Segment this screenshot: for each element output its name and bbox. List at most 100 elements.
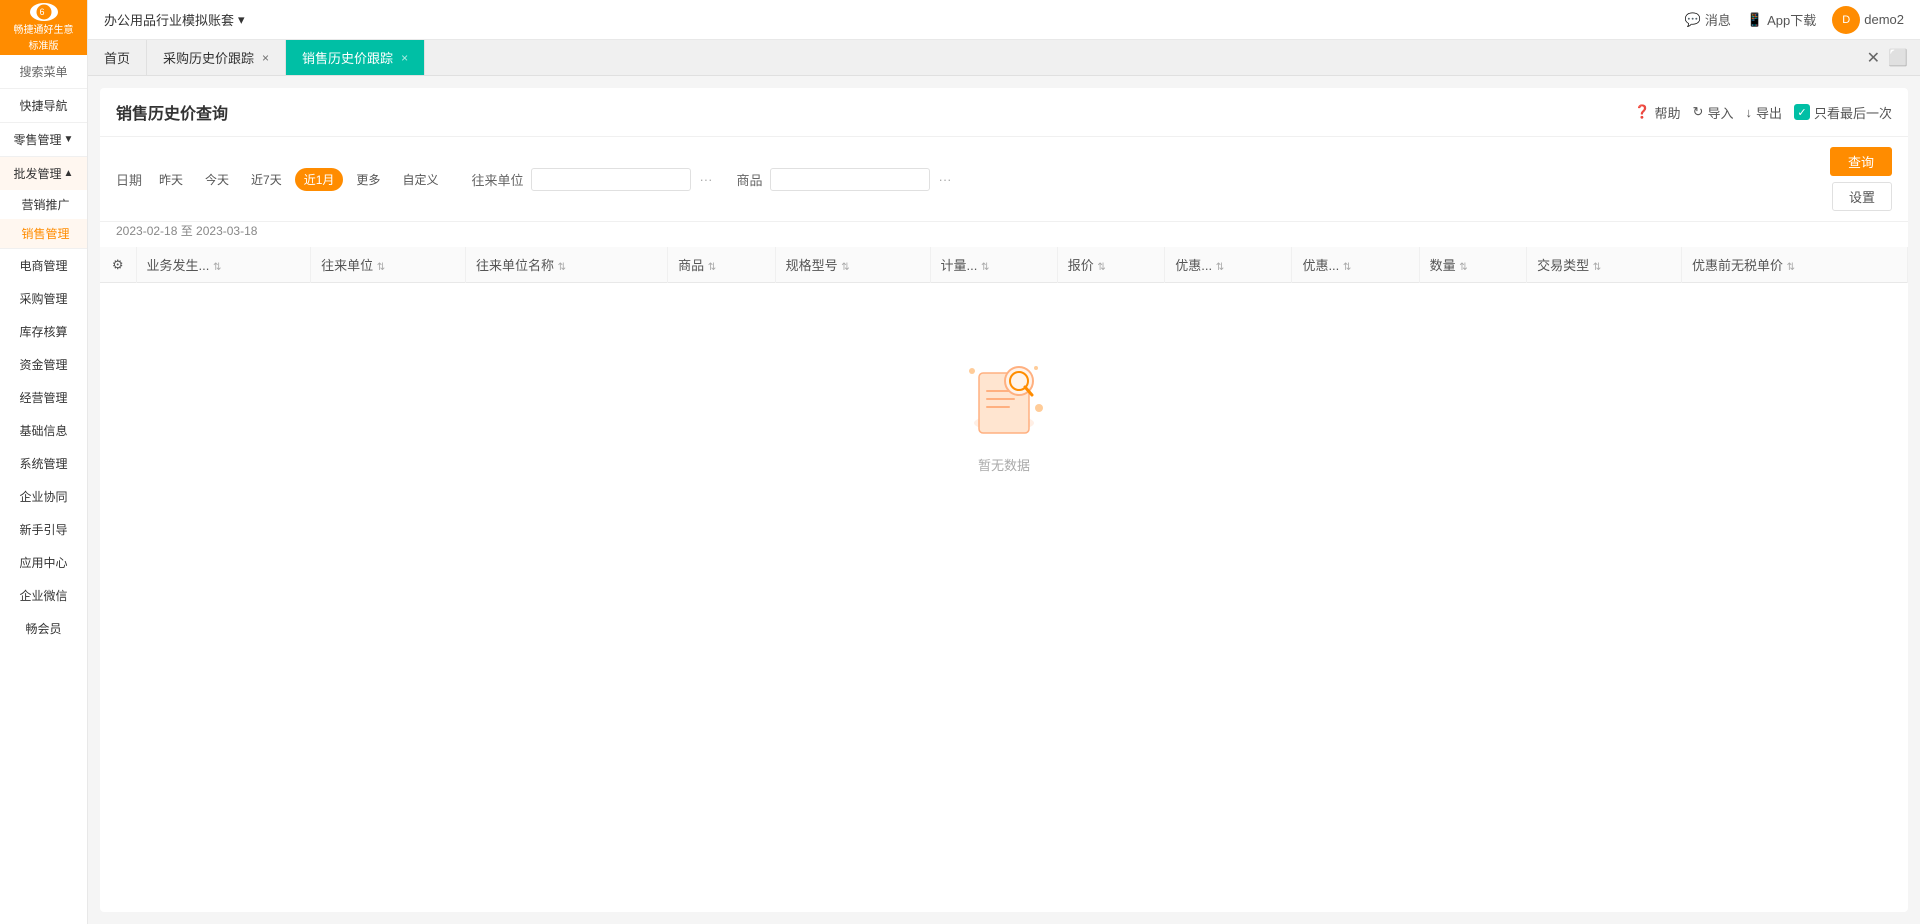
sort-icon-quote: ⇅ <box>1097 262 1105 273</box>
sidebar-item-newbie[interactable]: 新手引导 <box>0 513 87 546</box>
goods-input[interactable] <box>770 168 930 191</box>
sort-icon-discount1: ⇅ <box>1216 262 1224 273</box>
col-partner-code[interactable]: 往来单位 ⇅ <box>311 247 466 283</box>
sidebar-item-app-center[interactable]: 应用中心 <box>0 546 87 579</box>
tab-sales-label: 销售历史价跟踪 <box>302 48 393 67</box>
app-download-btn[interactable]: 📱 App下载 <box>1747 10 1816 29</box>
tab-home[interactable]: 首页 <box>88 40 147 75</box>
sidebar-item-ecommerce[interactable]: 电商管理 <box>0 249 87 282</box>
app-version: 标准版 <box>29 37 59 52</box>
date-btn-today[interactable]: 今天 <box>196 168 238 191</box>
sidebar-item-system[interactable]: 系统管理 <box>0 447 87 480</box>
help-icon: ❓ <box>1634 104 1650 120</box>
account-dropdown[interactable]: 办公用品行业模拟账套 ▾ <box>104 10 245 29</box>
sidebar-item-zero-retail[interactable]: 零售管理 ▼ <box>0 123 87 156</box>
tab-sales-close[interactable]: × <box>401 51 408 65</box>
goods-dots[interactable]: ··· <box>938 172 951 187</box>
col-goods[interactable]: 商品 ⇅ <box>668 247 776 283</box>
sidebar-item-enterprise[interactable]: 企业协同 <box>0 480 87 513</box>
tab-sales-history[interactable]: 销售历史价跟踪 × <box>286 40 425 75</box>
empty-state: 暂无数据 <box>100 283 1908 534</box>
date-btn-custom[interactable]: 自定义 <box>393 168 447 191</box>
col-spec[interactable]: 规格型号 ⇅ <box>775 247 930 283</box>
account-name: 办公用品行业模拟账套 <box>104 10 234 29</box>
tabs-actions: ✕ ⬜ <box>1855 48 1920 68</box>
col-quote[interactable]: 报价 ⇅ <box>1057 247 1165 283</box>
settings-button[interactable]: 设置 <box>1832 182 1892 211</box>
query-button[interactable]: 查询 <box>1830 147 1892 176</box>
page-title: 销售历史价查询 <box>116 100 228 124</box>
quick-nav[interactable]: 快捷导航 <box>0 89 87 123</box>
col-partner-name[interactable]: 往来单位名称 ⇅ <box>465 247 667 283</box>
date-btn-7days[interactable]: 近7天 <box>242 168 291 191</box>
partner-input[interactable] <box>531 168 691 191</box>
search-menu[interactable]: 搜索菜单 <box>0 55 87 89</box>
close-window-btn[interactable]: ✕ <box>1867 48 1880 68</box>
svg-text:6: 6 <box>39 7 44 17</box>
tab-purchase-label: 采购历史价跟踪 <box>163 48 254 67</box>
tabs-bar: 首页 采购历史价跟踪 × 销售历史价跟踪 × ✕ ⬜ <box>88 40 1920 76</box>
sort-icon-partner-name: ⇅ <box>558 262 566 273</box>
sort-icon-quantity: ⇅ <box>1459 262 1467 273</box>
header-right: 💬 消息 📱 App下载 D demo2 <box>1685 6 1904 34</box>
app-logo: 6 畅捷通好生意 标准版 <box>0 0 87 55</box>
empty-text: 暂无数据 <box>978 455 1030 474</box>
chevron-up-icon: ▲ <box>64 168 74 179</box>
sidebar-item-purchase[interactable]: 采购管理 <box>0 282 87 315</box>
chevron-down-icon: ▾ <box>238 12 245 28</box>
logo-icon: 6 <box>30 3 58 21</box>
col-quantity[interactable]: 数量 ⇅ <box>1419 247 1527 283</box>
maximize-window-btn[interactable]: ⬜ <box>1888 48 1908 68</box>
import-icon: ↻ <box>1693 104 1704 120</box>
col-biz-date[interactable]: 业务发生... ⇅ <box>136 247 311 283</box>
table-header: ⚙ 业务发生... ⇅ 往来单位 ⇅ 往来单位名称 <box>100 247 1908 283</box>
filter-actions: 查询 设置 <box>1830 147 1892 211</box>
col-discount1[interactable]: 优惠... ⇅ <box>1165 247 1292 283</box>
sort-icon-biz-date: ⇅ <box>213 262 221 273</box>
partner-dots[interactable]: ··· <box>699 172 712 187</box>
user-menu[interactable]: D demo2 <box>1832 6 1904 34</box>
help-btn[interactable]: ❓ 帮助 <box>1634 103 1680 122</box>
filter-area: 日期 昨天 今天 近7天 近1月 更多 自定义 往来单位 ··· <box>100 137 1908 222</box>
export-btn[interactable]: ↓ 导出 <box>1745 103 1782 122</box>
avatar: D <box>1832 6 1860 34</box>
sidebar-item-marketing[interactable]: 营销推广 <box>0 190 87 219</box>
date-btn-yesterday[interactable]: 昨天 <box>150 168 192 191</box>
page-content: 销售历史价查询 ❓ 帮助 ↻ 导入 ↓ 导出 ✓ <box>88 76 1920 924</box>
col-discount2[interactable]: 优惠... ⇅ <box>1292 247 1419 283</box>
goods-filter-group: 商品 ··· <box>736 168 951 191</box>
col-settings[interactable]: ⚙ <box>100 247 136 283</box>
sidebar-item-sales[interactable]: 销售管理 <box>0 219 87 248</box>
only-last-checkbox[interactable]: ✓ 只看最后一次 <box>1794 103 1892 122</box>
tab-home-label: 首页 <box>104 48 130 67</box>
tab-purchase-close[interactable]: × <box>262 51 269 65</box>
sort-icon-goods: ⇅ <box>708 262 716 273</box>
sidebar-item-wholesale[interactable]: 批发管理 ▲ <box>0 157 87 190</box>
chevron-down-icon: ▼ <box>64 134 74 145</box>
message-btn[interactable]: 💬 消息 <box>1685 10 1731 29</box>
sort-icon-unit: ⇅ <box>981 262 989 273</box>
date-btn-1month[interactable]: 近1月 <box>295 168 344 191</box>
sort-icon-spec: ⇅ <box>841 262 849 273</box>
partner-label: 往来单位 <box>471 170 523 189</box>
date-shortcuts: 昨天 今天 近7天 近1月 更多 自定义 <box>150 168 447 191</box>
sidebar-item-finance[interactable]: 资金管理 <box>0 348 87 381</box>
date-btn-more[interactable]: 更多 <box>347 168 389 191</box>
col-unit[interactable]: 计量... ⇅ <box>930 247 1057 283</box>
date-label: 日期 <box>116 170 142 189</box>
sidebar-item-basic[interactable]: 基础信息 <box>0 414 87 447</box>
sidebar-item-inventory[interactable]: 库存核算 <box>0 315 87 348</box>
goods-label: 商品 <box>736 170 762 189</box>
col-pre-tax-price[interactable]: 优惠前无税单价 ⇅ <box>1682 247 1908 283</box>
sidebar-section-wholesale: 批发管理 ▲ 营销推广 销售管理 <box>0 157 87 249</box>
date-range-display: 2023-02-18 至 2023-03-18 <box>100 222 1908 247</box>
sidebar-item-operation[interactable]: 经营管理 <box>0 381 87 414</box>
sidebar-item-wechat[interactable]: 企业微信 <box>0 579 87 612</box>
import-btn[interactable]: ↻ 导入 <box>1693 103 1734 122</box>
app-name: 畅捷通好生意 <box>14 24 74 37</box>
message-icon: 💬 <box>1685 12 1701 28</box>
date-range-text: 2023-02-18 至 2023-03-18 <box>116 224 257 238</box>
sidebar-item-member[interactable]: 畅会员 <box>0 612 87 645</box>
tab-purchase-history[interactable]: 采购历史价跟踪 × <box>147 40 286 75</box>
col-trade-type[interactable]: 交易类型 ⇅ <box>1527 247 1682 283</box>
